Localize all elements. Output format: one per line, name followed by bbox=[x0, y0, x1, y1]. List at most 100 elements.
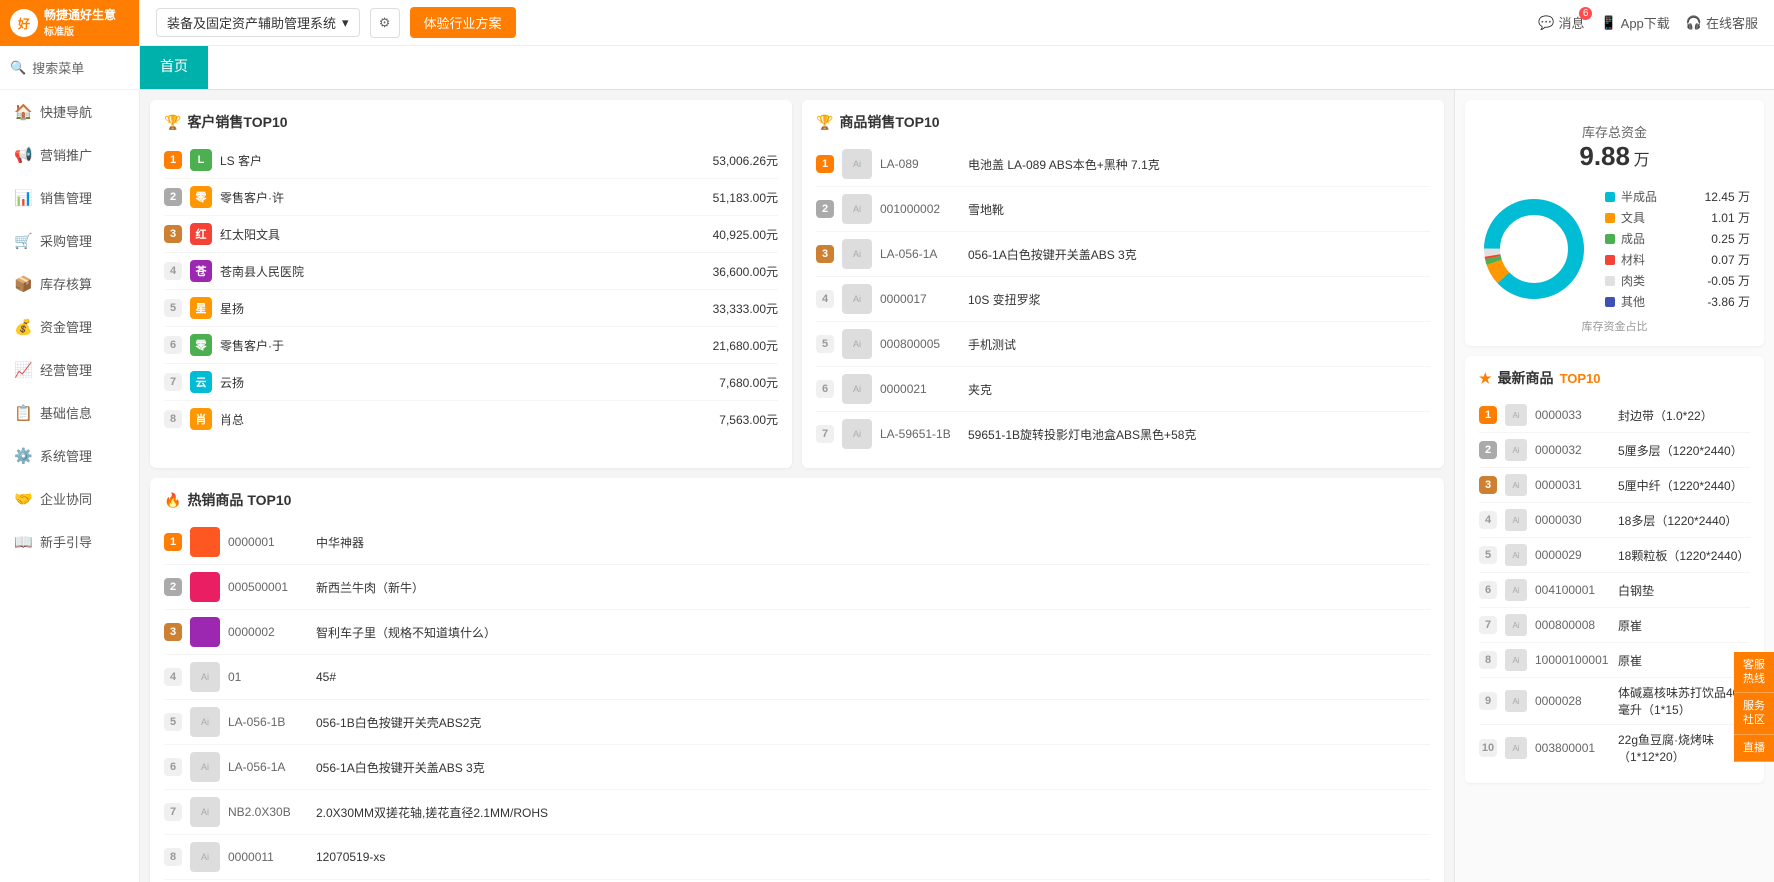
product-code: 004100001 bbox=[1535, 583, 1610, 597]
rank-number: 7 bbox=[816, 425, 834, 443]
sidebar-item-inventory[interactable]: 📦 库存核算 bbox=[0, 262, 139, 305]
finance-icon: 💰 bbox=[14, 318, 32, 336]
list-item: 2 000500001 新西兰牛肉（新牛） bbox=[164, 565, 1430, 610]
sidebar-item-operations[interactable]: 📈 经营管理 bbox=[0, 348, 139, 391]
live-label: 直播 bbox=[1743, 742, 1765, 754]
rank-number: 4 bbox=[1479, 511, 1497, 529]
sidebar-item-label: 快捷导航 bbox=[40, 102, 92, 121]
table-row: 1 L LS 客户 53,006.26元 bbox=[164, 142, 778, 179]
fire-icon: 🔥 bbox=[164, 492, 181, 509]
product-icon: Ai bbox=[1505, 509, 1527, 531]
product-thumb bbox=[190, 617, 220, 647]
sidebar-logo: 好 畅捷通好生意 标准版 bbox=[0, 0, 139, 46]
avatar: 云 bbox=[190, 371, 212, 393]
hot-products-title: 🔥 热销商品 TOP10 bbox=[164, 490, 1430, 510]
product-code: LA-59651-1B bbox=[880, 427, 960, 441]
product-thumb: Ai bbox=[842, 194, 872, 224]
list-item: 7 Ai NB2.0X30B 2.0X30MM双搓花轴,搓花直径2.1MM/RO… bbox=[164, 790, 1430, 835]
sidebar-item-label: 资金管理 bbox=[40, 317, 92, 336]
product-name: 新西兰牛肉（新牛） bbox=[316, 579, 1430, 596]
customer-name: 云扬 bbox=[220, 374, 711, 391]
product-icon: Ai bbox=[1505, 690, 1527, 712]
product-thumb bbox=[190, 527, 220, 557]
sidebar-item-marketing[interactable]: 📢 营销推广 bbox=[0, 133, 139, 176]
hot-products-list: 1 0000001 中华神器 2 000500001 新西兰牛肉（新牛） 3 bbox=[164, 520, 1430, 882]
product-name: 5厘中纤（1220*2440） bbox=[1618, 477, 1750, 494]
sidebar-item-system[interactable]: ⚙️ 系统管理 bbox=[0, 434, 139, 477]
rank-number: 6 bbox=[164, 336, 182, 354]
rank-number: 5 bbox=[816, 335, 834, 353]
app-download-btn[interactable]: 📱 App下载 bbox=[1600, 13, 1669, 32]
customer-name: 零售客户·于 bbox=[220, 337, 705, 354]
table-row: 2 零 零售客户·许 51,183.00元 bbox=[164, 179, 778, 216]
legend-item: 其他 -3.86 万 bbox=[1605, 291, 1750, 312]
product-thumb: Ai bbox=[842, 419, 872, 449]
product-code: 000800008 bbox=[1535, 618, 1610, 632]
rank-number: 8 bbox=[1479, 651, 1497, 669]
rank-number: 1 bbox=[164, 533, 182, 551]
inventory-card: 库存总资金 9.88 万 bbox=[1465, 100, 1764, 346]
content-area: 🏆 客户销售TOP10 1 L LS 客户 53,006.26元 2 零 bbox=[140, 90, 1774, 882]
sidebar-item-guide[interactable]: 📖 新手引导 bbox=[0, 520, 139, 563]
list-item: 5 Ai 0000029 18颗粒板（1220*2440） bbox=[1479, 538, 1750, 573]
customer-value: 7,563.00元 bbox=[719, 411, 778, 428]
rank-number: 1 bbox=[164, 151, 182, 169]
newest-products-panel: ★ 最新商品 TOP10 1 Ai 0000033 封边带（1.0*22） 2 … bbox=[1465, 356, 1764, 783]
inventory-total: 库存总资金 9.88 万 bbox=[1479, 112, 1750, 178]
product-icon: Ai bbox=[1505, 737, 1527, 759]
sidebar-nav: 🏠 快捷导航 📢 营销推广 📊 销售管理 🛒 采购管理 📦 库存核算 💰 资金管… bbox=[0, 90, 139, 882]
table-row: 1 Ai LA-089 电池盖 LA-089 ABS本色+黑种 7.1克 bbox=[816, 142, 1430, 187]
float-btn-service[interactable]: 客服热线 bbox=[1734, 652, 1774, 694]
rank-number: 3 bbox=[164, 623, 182, 641]
list-item: 10 Ai 003800001 22g鱼豆腐·烧烤味（1*12*20） bbox=[1479, 725, 1750, 771]
table-row: 5 Ai 000800005 手机测试 bbox=[816, 322, 1430, 367]
message-btn[interactable]: 💬 消息 6 bbox=[1538, 13, 1584, 32]
tab-home[interactable]: 首页 bbox=[140, 46, 208, 89]
float-btn-community[interactable]: 服务社区 bbox=[1734, 693, 1774, 735]
rank-number: 4 bbox=[164, 668, 182, 686]
table-row: 4 Ai 0000017 10S 变扭罗浆 bbox=[816, 277, 1430, 322]
rank-number: 2 bbox=[164, 578, 182, 596]
list-item: 6 Ai LA-056-1A 056-1A白色按键开关盖ABS 3克 bbox=[164, 745, 1430, 790]
rank-number: 8 bbox=[164, 848, 182, 866]
table-row: 3 红 红太阳文具 40,925.00元 bbox=[164, 216, 778, 253]
avatar: 零 bbox=[190, 186, 212, 208]
main-area: 装备及固定资产辅助管理系统 ▾ ⚙ 体验行业方案 💬 消息 6 📱 App下载 … bbox=[140, 0, 1774, 882]
customer-value: 21,680.00元 bbox=[713, 337, 778, 354]
product-code: 0000029 bbox=[1535, 548, 1610, 562]
product-code: 0000033 bbox=[1535, 408, 1610, 422]
product-name: 59651-1B旋转投影灯电池盒ABS黑色+58克 bbox=[968, 426, 1430, 443]
product-code: LA-056-1B bbox=[228, 715, 308, 729]
product-icon: Ai bbox=[1505, 474, 1527, 496]
product-code: 01 bbox=[228, 670, 308, 684]
rank-number: 4 bbox=[164, 262, 182, 280]
settings-button[interactable]: ⚙ bbox=[370, 8, 400, 38]
rank-number: 1 bbox=[816, 155, 834, 173]
product-icon: Ai bbox=[1505, 649, 1527, 671]
product-code: LA-056-1A bbox=[880, 247, 960, 261]
sidebar-item-finance[interactable]: 💰 资金管理 bbox=[0, 305, 139, 348]
product-thumb: Ai bbox=[190, 797, 220, 827]
product-code: 0000028 bbox=[1535, 694, 1610, 708]
system-selector[interactable]: 装备及固定资产辅助管理系统 ▾ bbox=[156, 8, 360, 37]
sidebar-item-enterprise[interactable]: 🤝 企业协同 bbox=[0, 477, 139, 520]
search-menu-btn[interactable]: 🔍 搜索菜单 bbox=[10, 54, 129, 81]
product-name: 12070519-xs bbox=[316, 850, 1430, 864]
product-name: 056-1B白色按键开关壳ABS2克 bbox=[316, 714, 1430, 731]
product-code: 001000002 bbox=[880, 202, 960, 216]
sidebar-item-quick-nav[interactable]: 🏠 快捷导航 bbox=[0, 90, 139, 133]
float-btn-live[interactable]: 直播 bbox=[1734, 735, 1774, 762]
avatar: 零 bbox=[190, 334, 212, 356]
online-service-btn[interactable]: 🎧 在线客服 bbox=[1686, 13, 1758, 32]
product-thumb: Ai bbox=[842, 329, 872, 359]
product-rank-title: 🏆 商品销售TOP10 bbox=[816, 112, 1430, 132]
sidebar-item-sales[interactable]: 📊 销售管理 bbox=[0, 176, 139, 219]
trial-button[interactable]: 体验行业方案 bbox=[410, 7, 516, 38]
product-name: 18颗粒板（1220*2440） bbox=[1618, 547, 1750, 564]
avatar: 红 bbox=[190, 223, 212, 245]
product-code: 000800005 bbox=[880, 337, 960, 351]
product-code: 0000002 bbox=[228, 625, 308, 639]
sidebar-item-purchase[interactable]: 🛒 采购管理 bbox=[0, 219, 139, 262]
product-thumb: Ai bbox=[842, 149, 872, 179]
sidebar-item-basic-info[interactable]: 📋 基础信息 bbox=[0, 391, 139, 434]
